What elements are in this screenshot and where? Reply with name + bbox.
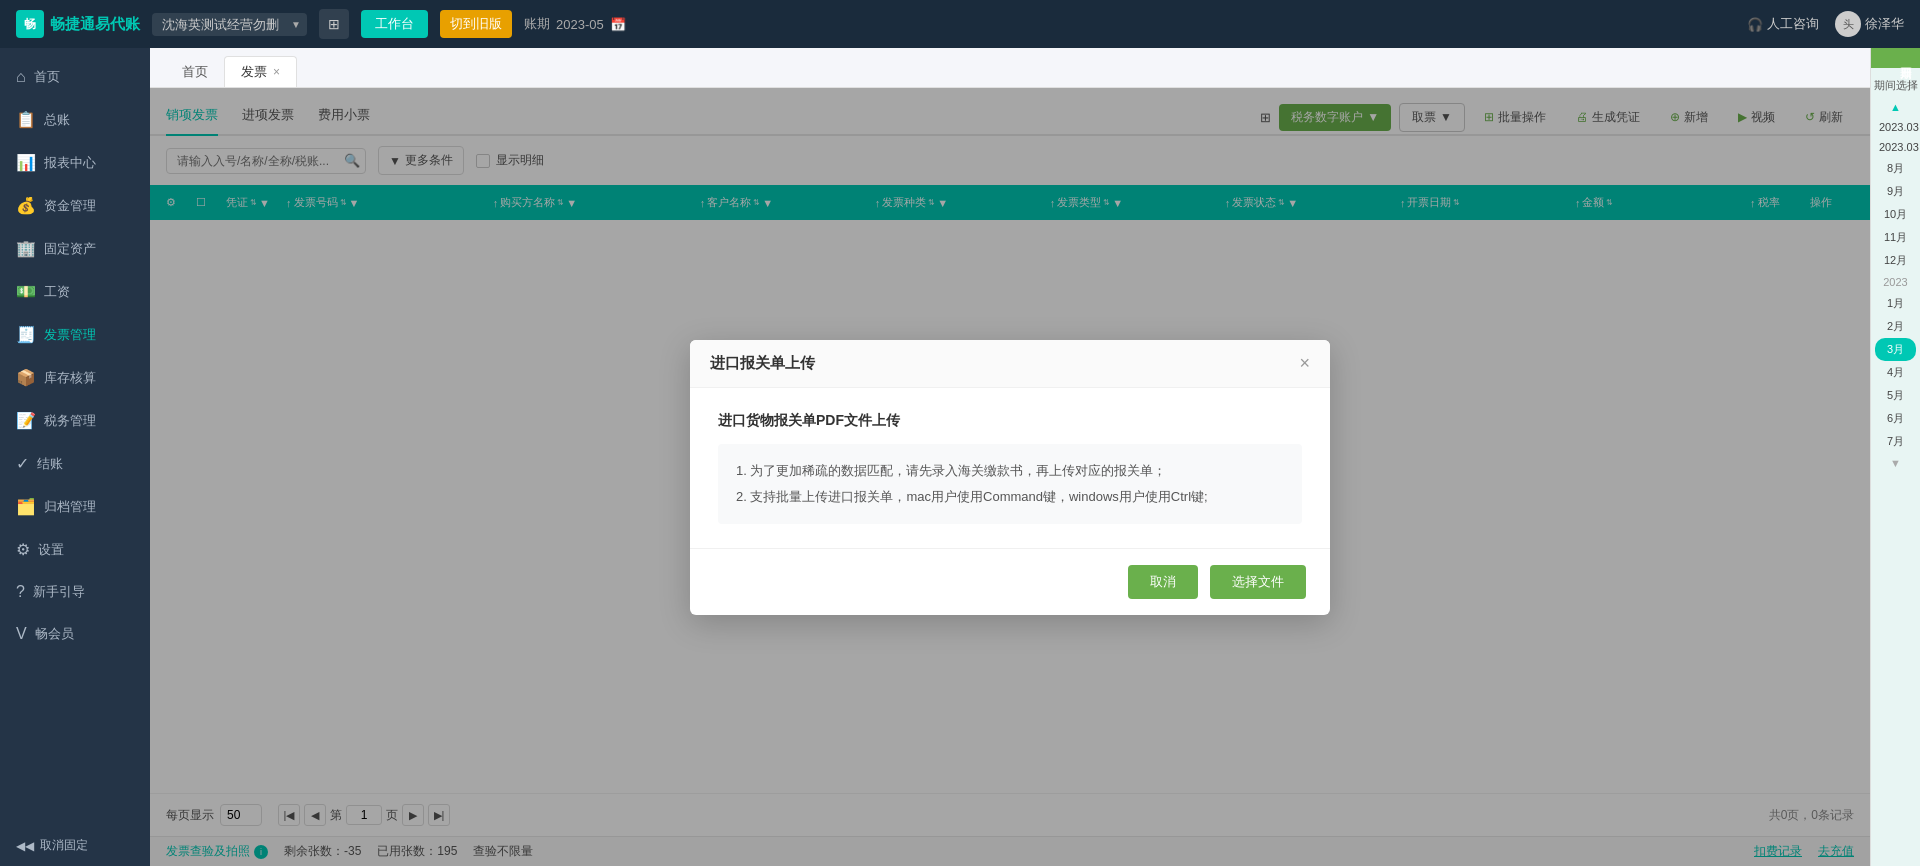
period-item-2[interactable]: 8月 [1871,157,1920,180]
sidebar-item-ledger[interactable]: 📋 总账 [0,98,150,141]
funds-icon: 💰 [16,196,36,215]
modal-header: 进口报关单上传 × [690,340,1330,388]
period-item-14[interactable]: 7月 [1871,430,1920,453]
tax-icon: 📝 [16,411,36,430]
period-item-11[interactable]: 4月 [1871,361,1920,384]
sidebar-item-member[interactable]: V 畅会员 [0,613,150,655]
salary-icon: 💵 [16,282,36,301]
reports-icon: 📊 [16,153,36,172]
sidebar-item-close[interactable]: ✓ 结账 [0,442,150,485]
period-item-0[interactable]: 2023.03 [1871,117,1920,137]
expand-arrow[interactable]: ▲ [1871,97,1920,117]
member-icon: V [16,625,27,643]
company-selector-wrap[interactable]: 沈海英测试经营勿删 ▼ [152,13,307,36]
app-logo: 畅 畅捷通易代账 [16,10,140,38]
period-item-10[interactable]: 3月 [1875,338,1916,361]
sidebar-item-invoice[interactable]: 🧾 发票管理 [0,313,150,356]
period-item-12[interactable]: 5月 [1871,384,1920,407]
sidebar-item-funds[interactable]: 💰 资金管理 [0,184,150,227]
main-layout: ⌂ 首页 📋 总账 📊 报表中心 💰 资金管理 🏢 固定资产 💵 工资 🧾 发票… [0,48,1920,866]
modal-footer: 取消 选择文件 [690,548,1330,615]
avatar: 头 [1835,11,1861,37]
period-item-1[interactable]: 2023.03 [1871,137,1920,157]
modal-cancel-button[interactable]: 取消 [1128,565,1198,599]
modal-title: 进口报关单上传 [710,354,1299,373]
page-content: 销项发票 进项发票 费用小票 ⊞ 税务数字账户 ▼ 取票 ▼ ⊞ [150,88,1870,866]
support-link[interactable]: 🎧 人工咨询 [1747,15,1819,33]
switch-version-button[interactable]: 切到旧版 [440,10,512,38]
sidebar-item-archive[interactable]: 🗂️ 归档管理 [0,485,150,528]
invoice-icon: 🧾 [16,325,36,344]
modal-section-title: 进口货物报关单PDF文件上传 [718,412,1302,430]
content-area: 首页 发票 × 销项发票 进项发票 费用小票 ⊞ 税务数字账户 ▼ [150,48,1870,866]
company-selector[interactable]: 沈海英测试经营勿删 [152,13,307,36]
period-item-5[interactable]: 11月 [1871,226,1920,249]
period-item-8[interactable]: 1月 [1871,292,1920,315]
tab-invoice[interactable]: 发票 × [224,56,297,87]
period-text: 账期 2023-05 📅 [524,15,626,33]
period-item-7[interactable]: 2023 [1871,272,1920,292]
period-item-3[interactable]: 9月 [1871,180,1920,203]
home-icon: ⌂ [16,68,26,86]
top-bar: 畅 畅捷通易代账 沈海英测试经营勿删 ▼ ⊞ 工作台 切到旧版 账期 2023-… [0,0,1920,48]
period-header: 期间选择 [1871,74,1920,97]
tab-close-icon[interactable]: × [273,65,280,79]
top-bar-right: 🎧 人工咨询 头 徐泽华 [1747,11,1904,37]
sidebar-item-tax[interactable]: 📝 税务管理 [0,399,150,442]
close-books-icon: ✓ [16,454,29,473]
modal-info-item-2: 2. 支持批量上传进口报关单，mac用户使用Command键，windows用户… [736,484,1284,510]
user-menu[interactable]: 头 徐泽华 [1835,11,1904,37]
sidebar-item-settings[interactable]: ⚙ 设置 [0,528,150,571]
sidebar-item-assets[interactable]: 🏢 固定资产 [0,227,150,270]
tab-home[interactable]: 首页 [166,57,224,87]
sidebar-pin-toggle[interactable]: ◀◀ 取消固定 [0,825,150,866]
logo-icon: 畅 [16,10,44,38]
import-modal: 进口报关单上传 × 进口货物报关单PDF文件上传 1. 为了更加稀疏的数据匹配，… [690,340,1330,615]
period-selector: 期间选择 ▲ 2023.03 2023.03 8月 9月 10月 11月 12月… [1871,68,1920,479]
settings-icon: ⚙ [16,540,30,559]
period-item-9[interactable]: 2月 [1871,315,1920,338]
sidebar-item-salary[interactable]: 💵 工资 [0,270,150,313]
modal-info-box: 1. 为了更加稀疏的数据匹配，请先录入海关缴款书，再上传对应的报关单； 2. 支… [718,444,1302,524]
sidebar-item-inventory[interactable]: 📦 库存核算 [0,356,150,399]
workspace-button[interactable]: 工作台 [361,10,428,38]
sidebar-item-reports[interactable]: 📊 报表中心 [0,141,150,184]
pin-icon: ◀◀ [16,839,34,853]
tab-bar: 首页 发票 × [150,48,1870,88]
modal-confirm-button[interactable]: 选择文件 [1210,565,1306,599]
modal-info-item-1: 1. 为了更加稀疏的数据匹配，请先录入海关缴款书，再上传对应的报关单； [736,458,1284,484]
calendar-icon[interactable]: 📅 [610,17,626,32]
assets-icon: 🏢 [16,239,36,258]
collapse-arrow[interactable]: ▼ [1871,453,1920,473]
sidebar-item-guide[interactable]: ? 新手引导 [0,571,150,613]
period-item-4[interactable]: 10月 [1871,203,1920,226]
modal-overlay[interactable]: 进口报关单上传 × 进口货物报关单PDF文件上传 1. 为了更加稀疏的数据匹配，… [150,88,1870,866]
inventory-icon: 📦 [16,368,36,387]
modal-body: 进口货物报关单PDF文件上传 1. 为了更加稀疏的数据匹配，请先录入海关缴款书，… [690,388,1330,548]
right-panel: 开票日期 期间选择 ▲ 2023.03 2023.03 8月 9月 10月 11… [1870,48,1920,866]
period-item-13[interactable]: 6月 [1871,407,1920,430]
ledger-icon: 📋 [16,110,36,129]
company-icon-btn[interactable]: ⊞ [319,9,349,39]
guide-icon: ? [16,583,25,601]
right-panel-top-button[interactable]: 开票日期 [1871,48,1920,68]
archive-icon: 🗂️ [16,497,36,516]
headset-icon: 🎧 [1747,17,1763,32]
modal-close-button[interactable]: × [1299,354,1310,372]
period-item-6[interactable]: 12月 [1871,249,1920,272]
sidebar: ⌂ 首页 📋 总账 📊 报表中心 💰 资金管理 🏢 固定资产 💵 工资 🧾 发票… [0,48,150,866]
sidebar-item-home[interactable]: ⌂ 首页 [0,56,150,98]
